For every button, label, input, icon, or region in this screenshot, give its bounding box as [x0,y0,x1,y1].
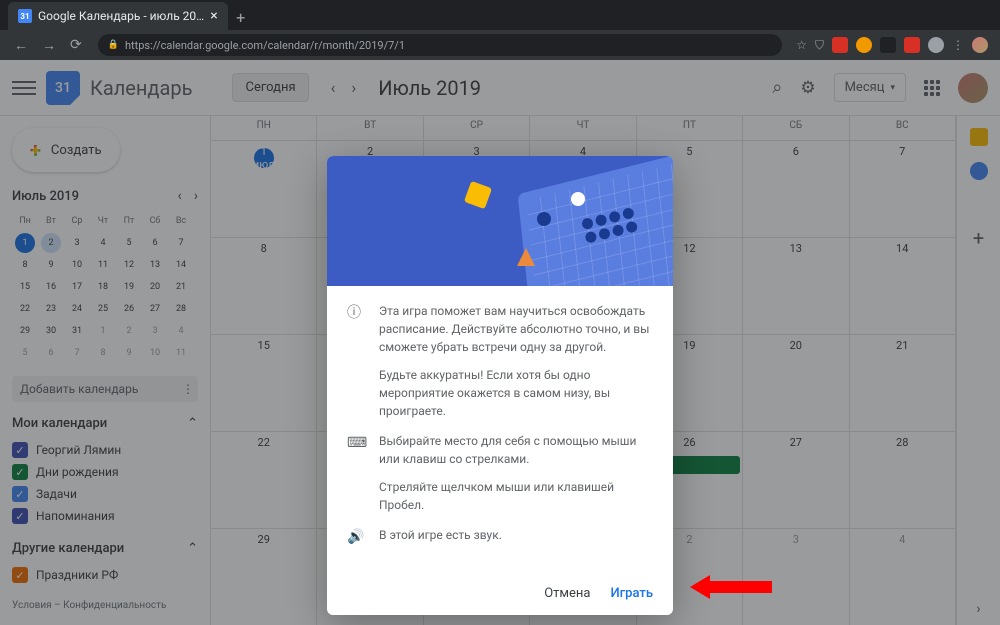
menu-icon[interactable]: ⋮ [952,38,964,52]
tab-favicon: 31 [18,9,32,23]
tab-title: Google Календарь - июль 20… [38,9,204,23]
keyboard-icon: ⌨ [347,432,365,514]
ext-icon[interactable] [928,37,944,53]
shield-icon[interactable]: ⛉ [815,38,824,53]
browser-tab[interactable]: 31 Google Календарь - июль 20… × [8,2,228,30]
dialog-text: В этой игре есть звук. [379,526,502,548]
star-icon[interactable]: ☆ [796,38,807,52]
modal-overlay: ⓘ Эта игра поможет вам научиться освобож… [0,60,1000,625]
sound-icon: 🔊 [347,526,365,548]
browser-chrome: 31 Google Календарь - июль 20… × + ← → ⟳… [0,0,1000,60]
url-bar[interactable]: 🔒 https://calendar.google.com/calendar/r… [98,34,782,56]
url-text: https://calendar.google.com/calendar/r/m… [125,39,405,52]
info-icon: ⓘ [347,302,365,420]
game-dialog: ⓘ Эта игра поможет вам научиться освобож… [327,156,673,615]
profile-icon[interactable] [972,37,988,53]
annotation-arrow [690,575,772,599]
ext-icon[interactable] [904,37,920,53]
ext-icon[interactable] [832,37,848,53]
close-icon[interactable]: × [210,8,217,24]
dialog-text: Стреляйте щелчком мыши или клавишей Проб… [379,478,653,514]
play-button[interactable]: Играть [611,586,653,601]
reload-icon[interactable]: ⟳ [70,37,82,54]
lock-icon: 🔒 [108,40,119,50]
dialog-text: Эта игра поможет вам научиться освобожда… [379,302,653,356]
extension-icons: ☆ ⛉ ⋮ [792,37,992,53]
back-icon[interactable]: ← [14,37,28,54]
ext-icon[interactable] [880,37,896,53]
dialog-text: Будьте аккуратны! Если хотя бы одно меро… [379,366,653,420]
new-tab-button[interactable]: + [228,4,254,30]
dialog-hero [327,156,673,286]
ext-icon[interactable] [856,37,872,53]
dialog-text: Выбирайте место для себя с помощью мыши … [379,432,653,468]
cancel-button[interactable]: Отмена [544,586,590,601]
forward-icon[interactable]: → [42,37,56,54]
